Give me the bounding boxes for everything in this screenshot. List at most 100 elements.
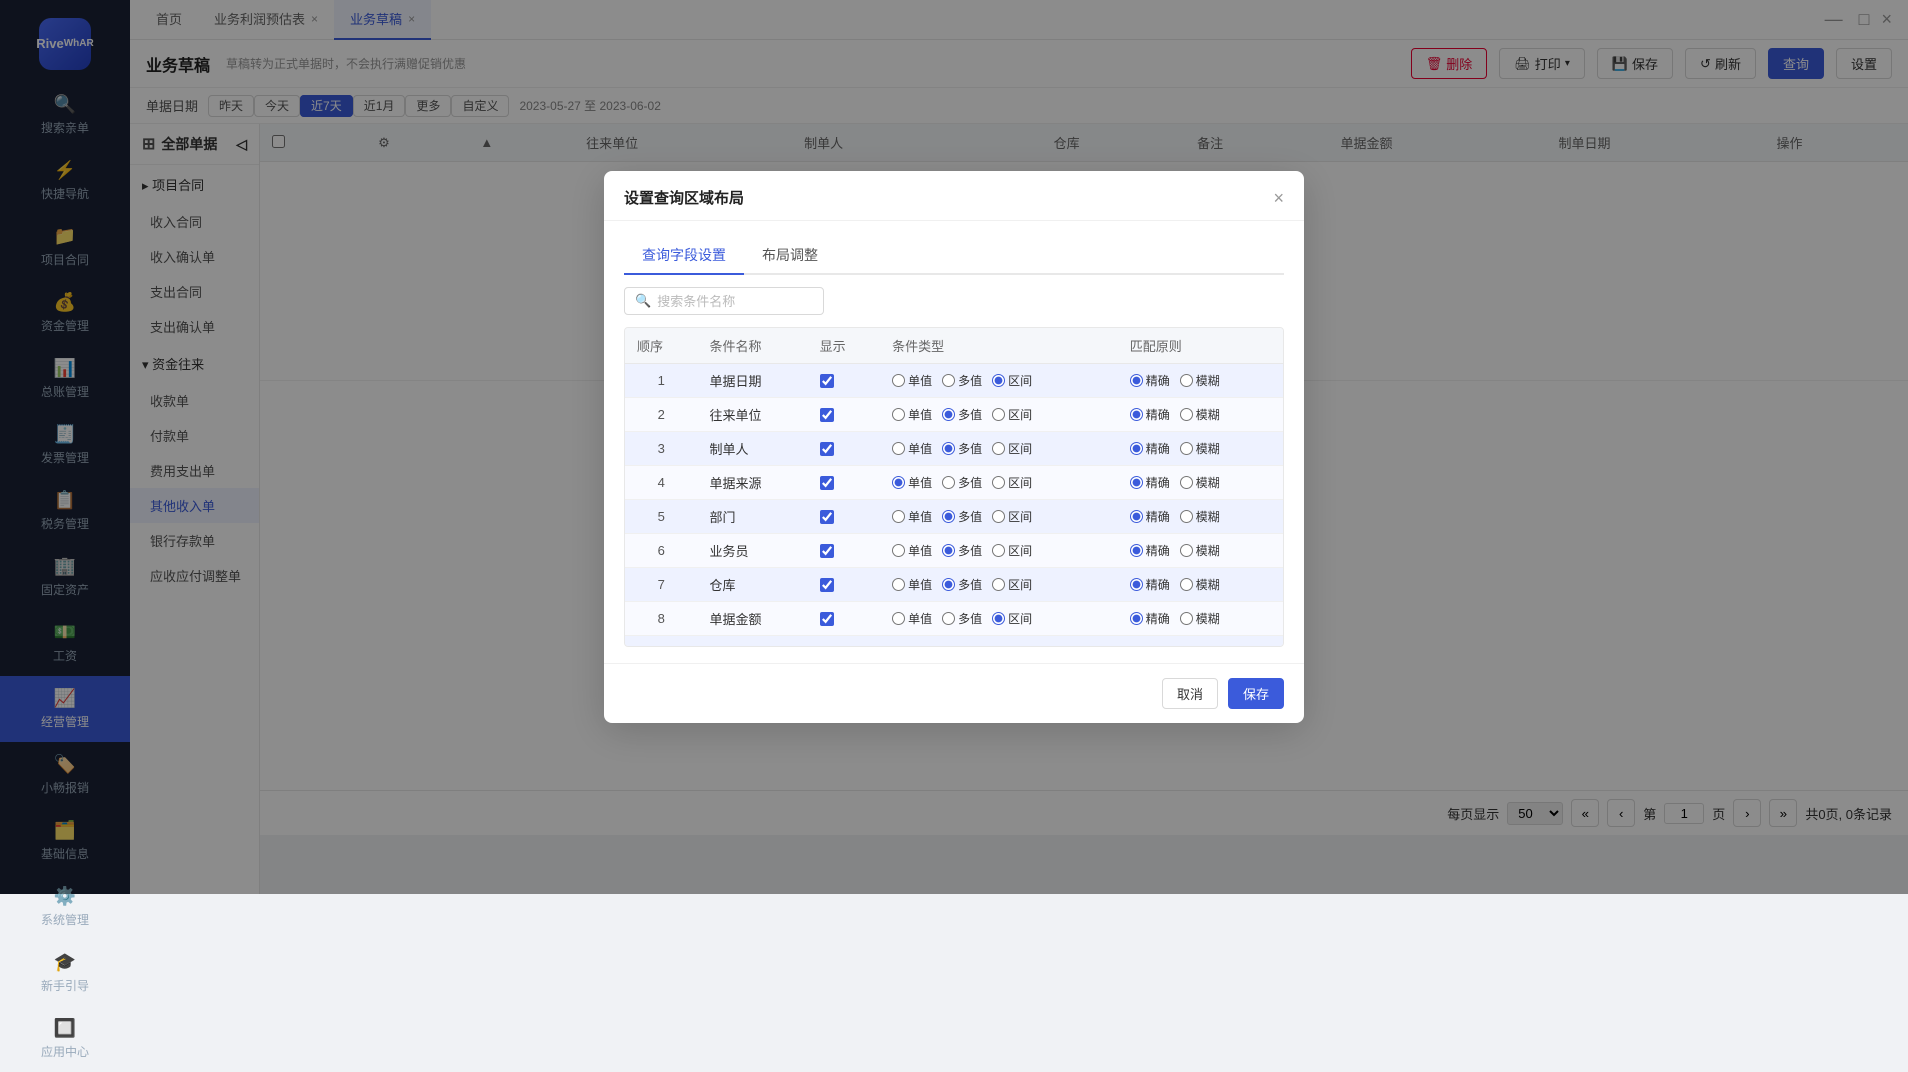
- condition-search-input[interactable]: [657, 294, 813, 309]
- config-col-order: 顺序: [625, 328, 697, 364]
- radio-multi-8[interactable]: 多值: [942, 644, 982, 647]
- dialog-save-button[interactable]: 保存: [1228, 678, 1284, 709]
- radio-multi-1[interactable]: 多值: [942, 406, 982, 423]
- radio-range-2[interactable]: 区间: [992, 440, 1032, 457]
- cell-match-5[interactable]: 精确 模糊: [1118, 534, 1283, 568]
- radio-exact-8[interactable]: 精确: [1130, 644, 1170, 647]
- radio-single-2[interactable]: 单值: [892, 440, 932, 457]
- radio-single-5[interactable]: 单值: [892, 542, 932, 559]
- show-checkbox-8[interactable]: [820, 646, 834, 648]
- radio-range-1[interactable]: 区间: [992, 406, 1032, 423]
- radio-exact-4[interactable]: 精确: [1130, 508, 1170, 525]
- cell-match-1[interactable]: 精确 模糊: [1118, 398, 1283, 432]
- cell-type-8[interactable]: 单值 多值 区间: [880, 636, 1118, 648]
- radio-multi-6[interactable]: 多值: [942, 576, 982, 593]
- config-row-5: 6 业务员 单值 多值 区间 精确: [625, 534, 1283, 568]
- config-row-7: 8 单据金额 单值 多值 区间 精确: [625, 602, 1283, 636]
- cell-type-4[interactable]: 单值 多值 区间: [880, 500, 1118, 534]
- sidebar-item-app[interactable]: 🔲应用中心: [0, 1006, 130, 1072]
- show-checkbox-4[interactable]: [820, 510, 834, 524]
- cell-type-2[interactable]: 单值 多值 区间: [880, 432, 1118, 466]
- cell-show-6[interactable]: [808, 568, 880, 602]
- radio-range-6[interactable]: 区间: [992, 576, 1032, 593]
- cell-order-8: 9: [625, 636, 697, 648]
- radio-single-3[interactable]: 单值: [892, 474, 932, 491]
- sidebar-item-newguide[interactable]: 🎓新手引导: [0, 940, 130, 1006]
- radio-single-4[interactable]: 单值: [892, 508, 932, 525]
- radio-multi-2[interactable]: 多值: [942, 440, 982, 457]
- cell-show-5[interactable]: [808, 534, 880, 568]
- radio-range-8[interactable]: 区间: [992, 644, 1032, 647]
- radio-single-0[interactable]: 单值: [892, 372, 932, 389]
- cell-match-0[interactable]: 精确 模糊: [1118, 364, 1283, 398]
- radio-fuzzy-3[interactable]: 模糊: [1180, 474, 1220, 491]
- radio-range-3[interactable]: 区间: [992, 474, 1032, 491]
- radio-multi-3[interactable]: 多值: [942, 474, 982, 491]
- radio-single-6[interactable]: 单值: [892, 576, 932, 593]
- tab-field-settings[interactable]: 查询字段设置: [624, 237, 744, 275]
- radio-multi-0[interactable]: 多值: [942, 372, 982, 389]
- cell-name-4: 部门: [697, 500, 807, 534]
- cell-show-3[interactable]: [808, 466, 880, 500]
- radio-fuzzy-0[interactable]: 模糊: [1180, 372, 1220, 389]
- cell-show-8[interactable]: [808, 636, 880, 648]
- radio-single-7[interactable]: 单值: [892, 610, 932, 627]
- radio-fuzzy-6[interactable]: 模糊: [1180, 576, 1220, 593]
- radio-exact-1[interactable]: 精确: [1130, 406, 1170, 423]
- radio-fuzzy-5[interactable]: 模糊: [1180, 542, 1220, 559]
- radio-range-0[interactable]: 区间: [992, 372, 1032, 389]
- cell-show-7[interactable]: [808, 602, 880, 636]
- show-checkbox-0[interactable]: [820, 374, 834, 388]
- config-row-2: 3 制单人 单值 多值 区间 精确: [625, 432, 1283, 466]
- show-checkbox-1[interactable]: [820, 408, 834, 422]
- cell-type-0[interactable]: 单值 多值 区间: [880, 364, 1118, 398]
- radio-fuzzy-4[interactable]: 模糊: [1180, 508, 1220, 525]
- radio-exact-3[interactable]: 精确: [1130, 474, 1170, 491]
- radio-single-1[interactable]: 单值: [892, 406, 932, 423]
- cell-show-4[interactable]: [808, 500, 880, 534]
- radio-multi-5[interactable]: 多值: [942, 542, 982, 559]
- cancel-button[interactable]: 取消: [1162, 678, 1218, 709]
- cell-match-7[interactable]: 精确 模糊: [1118, 602, 1283, 636]
- show-checkbox-3[interactable]: [820, 476, 834, 490]
- cell-match-8[interactable]: 精确 模糊: [1118, 636, 1283, 648]
- cell-order-0: 1: [625, 364, 697, 398]
- show-checkbox-7[interactable]: [820, 612, 834, 626]
- cell-show-1[interactable]: [808, 398, 880, 432]
- sidebar-label-newguide: 新手引导: [41, 977, 89, 994]
- cell-show-0[interactable]: [808, 364, 880, 398]
- cell-name-7: 单据金额: [697, 602, 807, 636]
- cell-match-2[interactable]: 精确 模糊: [1118, 432, 1283, 466]
- radio-fuzzy-7[interactable]: 模糊: [1180, 610, 1220, 627]
- show-checkbox-5[interactable]: [820, 544, 834, 558]
- radio-exact-7[interactable]: 精确: [1130, 610, 1170, 627]
- radio-fuzzy-8[interactable]: 模糊: [1180, 644, 1220, 647]
- radio-range-5[interactable]: 区间: [992, 542, 1032, 559]
- show-checkbox-6[interactable]: [820, 578, 834, 592]
- cell-show-2[interactable]: [808, 432, 880, 466]
- cell-match-3[interactable]: 精确 模糊: [1118, 466, 1283, 500]
- cell-match-6[interactable]: 精确 模糊: [1118, 568, 1283, 602]
- cell-type-5[interactable]: 单值 多值 区间: [880, 534, 1118, 568]
- show-checkbox-2[interactable]: [820, 442, 834, 456]
- radio-multi-4[interactable]: 多值: [942, 508, 982, 525]
- tab-layout-settings[interactable]: 布局调整: [744, 237, 836, 275]
- radio-multi-7[interactable]: 多值: [942, 610, 982, 627]
- cell-name-8: 备注: [697, 636, 807, 648]
- radio-fuzzy-1[interactable]: 模糊: [1180, 406, 1220, 423]
- radio-exact-5[interactable]: 精确: [1130, 542, 1170, 559]
- radio-single-8[interactable]: 单值: [892, 644, 932, 647]
- radio-exact-2[interactable]: 精确: [1130, 440, 1170, 457]
- radio-range-4[interactable]: 区间: [992, 508, 1032, 525]
- cell-type-6[interactable]: 单值 多值 区间: [880, 568, 1118, 602]
- cell-match-4[interactable]: 精确 模糊: [1118, 500, 1283, 534]
- radio-range-7[interactable]: 区间: [992, 610, 1032, 627]
- radio-fuzzy-2[interactable]: 模糊: [1180, 440, 1220, 457]
- cell-type-1[interactable]: 单值 多值 区间: [880, 398, 1118, 432]
- cell-name-1: 往来单位: [697, 398, 807, 432]
- dialog-close-btn[interactable]: ×: [1273, 189, 1284, 207]
- radio-exact-6[interactable]: 精确: [1130, 576, 1170, 593]
- cell-type-3[interactable]: 单值 多值 区间: [880, 466, 1118, 500]
- cell-type-7[interactable]: 单值 多值 区间: [880, 602, 1118, 636]
- radio-exact-0[interactable]: 精确: [1130, 372, 1170, 389]
